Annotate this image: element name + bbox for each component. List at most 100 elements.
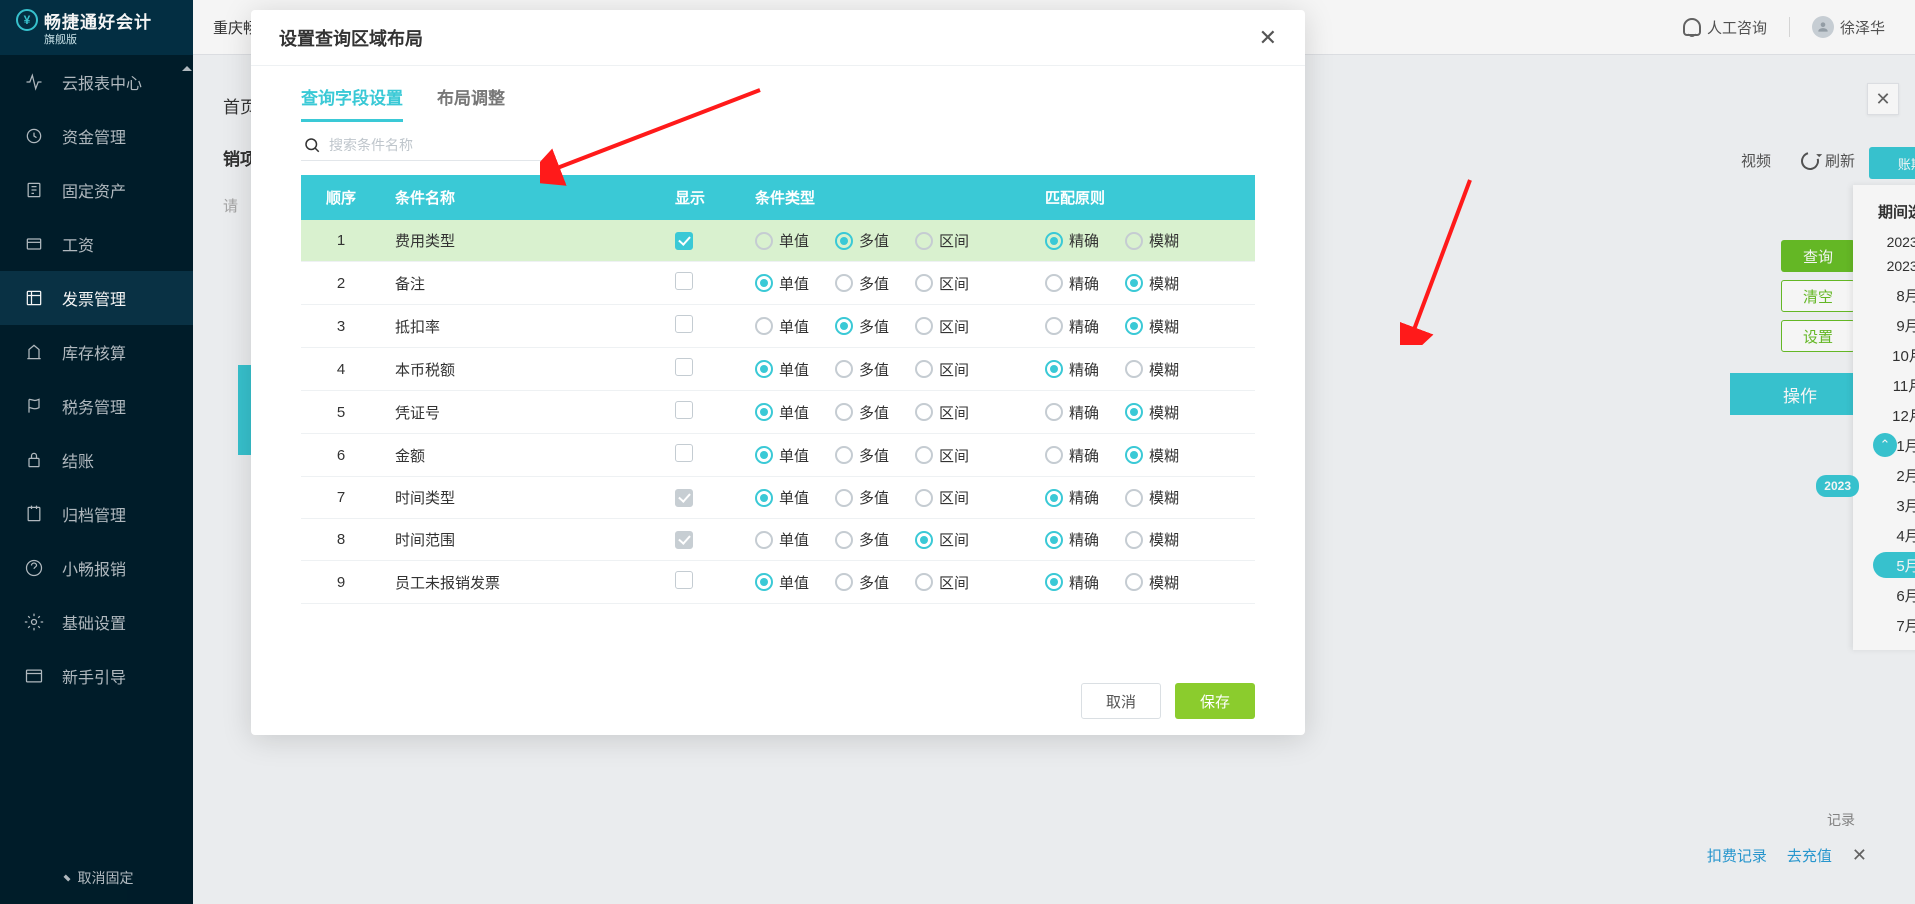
show-checkbox[interactable]	[675, 232, 693, 250]
radio-dot	[1125, 403, 1143, 421]
col-type: 条件类型	[741, 175, 1031, 220]
radio-label: 单值	[779, 273, 809, 294]
cancel-button[interactable]: 取消	[1081, 683, 1161, 719]
radio-exact[interactable]: 精确	[1045, 402, 1099, 423]
radio-single[interactable]: 单值	[755, 273, 809, 294]
radio-label: 单值	[779, 402, 809, 423]
cell-order: 7	[301, 477, 381, 519]
radio-fuzzy[interactable]: 模糊	[1125, 529, 1179, 550]
cell-name: 时间范围	[381, 519, 661, 561]
radio-dot	[755, 489, 773, 507]
radio-single[interactable]: 单值	[755, 359, 809, 380]
radio-range[interactable]: 区间	[915, 487, 969, 508]
tab-query-fields[interactable]: 查询字段设置	[301, 78, 403, 122]
radio-label: 多值	[859, 445, 889, 466]
show-checkbox[interactable]	[675, 315, 693, 333]
radio-exact[interactable]: 精确	[1045, 359, 1099, 380]
radio-dot	[915, 573, 933, 591]
radio-dot	[915, 232, 933, 250]
radio-exact[interactable]: 精确	[1045, 316, 1099, 337]
search-input[interactable]	[329, 137, 549, 153]
radio-dot	[835, 531, 853, 549]
radio-exact[interactable]: 精确	[1045, 273, 1099, 294]
radio-fuzzy[interactable]: 模糊	[1125, 402, 1179, 423]
radio-range[interactable]: 区间	[915, 359, 969, 380]
query-layout-modal: 设置查询区域布局 ✕ 查询字段设置 布局调整 顺序 条件名称 显示 条件类型 匹…	[251, 10, 1305, 735]
table-row: 5凭证号单值多值区间精确模糊	[301, 391, 1255, 434]
radio-multi[interactable]: 多值	[835, 402, 889, 423]
table-row: 3抵扣率单值多值区间精确模糊	[301, 305, 1255, 348]
radio-exact[interactable]: 精确	[1045, 572, 1099, 593]
radio-label: 区间	[939, 359, 969, 380]
radio-multi[interactable]: 多值	[835, 487, 889, 508]
radio-single[interactable]: 单值	[755, 529, 809, 550]
radio-fuzzy[interactable]: 模糊	[1125, 572, 1179, 593]
radio-label: 单值	[779, 487, 809, 508]
table-row: 6金额单值多值区间精确模糊	[301, 434, 1255, 477]
cell-type: 单值 多值 区间	[741, 220, 1031, 262]
radio-range[interactable]: 区间	[915, 402, 969, 423]
cell-type: 单值 多值 区间	[741, 262, 1031, 305]
radio-fuzzy[interactable]: 模糊	[1125, 230, 1179, 251]
radio-label: 模糊	[1149, 359, 1179, 380]
radio-dot	[1045, 573, 1063, 591]
type-radios: 单值 多值 区间	[755, 316, 1017, 337]
radio-multi[interactable]: 多值	[835, 316, 889, 337]
radio-fuzzy[interactable]: 模糊	[1125, 273, 1179, 294]
radio-multi[interactable]: 多值	[835, 230, 889, 251]
show-checkbox[interactable]	[675, 444, 693, 462]
radio-single[interactable]: 单值	[755, 316, 809, 337]
modal-close-icon[interactable]: ✕	[1259, 25, 1277, 51]
show-checkbox[interactable]	[675, 401, 693, 419]
radio-dot	[1125, 360, 1143, 378]
radio-label: 精确	[1069, 402, 1099, 423]
radio-label: 精确	[1069, 230, 1099, 251]
cell-order: 3	[301, 305, 381, 348]
radio-exact[interactable]: 精确	[1045, 529, 1099, 550]
radio-fuzzy[interactable]: 模糊	[1125, 487, 1179, 508]
radio-label: 模糊	[1149, 230, 1179, 251]
radio-dot	[835, 360, 853, 378]
radio-range[interactable]: 区间	[915, 445, 969, 466]
radio-multi[interactable]: 多值	[835, 529, 889, 550]
radio-range[interactable]: 区间	[915, 572, 969, 593]
radio-label: 区间	[939, 487, 969, 508]
radio-single[interactable]: 单值	[755, 445, 809, 466]
radio-fuzzy[interactable]: 模糊	[1125, 316, 1179, 337]
table-row: 8时间范围单值多值区间精确模糊	[301, 519, 1255, 561]
radio-single[interactable]: 单值	[755, 572, 809, 593]
radio-range[interactable]: 区间	[915, 230, 969, 251]
radio-fuzzy[interactable]: 模糊	[1125, 445, 1179, 466]
radio-exact[interactable]: 精确	[1045, 487, 1099, 508]
type-radios: 单值 多值 区间	[755, 487, 1017, 508]
radio-single[interactable]: 单值	[755, 402, 809, 423]
show-checkbox[interactable]	[675, 571, 693, 589]
show-checkbox[interactable]	[675, 272, 693, 290]
search-box[interactable]	[301, 130, 551, 161]
radio-multi[interactable]: 多值	[835, 445, 889, 466]
radio-exact[interactable]: 精确	[1045, 230, 1099, 251]
radio-exact[interactable]: 精确	[1045, 445, 1099, 466]
radio-dot	[755, 573, 773, 591]
radio-single[interactable]: 单值	[755, 230, 809, 251]
radio-dot	[1125, 446, 1143, 464]
cell-rule: 精确 模糊	[1031, 561, 1255, 604]
radio-multi[interactable]: 多值	[835, 273, 889, 294]
type-radios: 单值 多值 区间	[755, 402, 1017, 423]
cell-rule: 精确 模糊	[1031, 305, 1255, 348]
radio-fuzzy[interactable]: 模糊	[1125, 359, 1179, 380]
cell-show	[661, 519, 741, 561]
radio-multi[interactable]: 多值	[835, 572, 889, 593]
save-button[interactable]: 保存	[1175, 683, 1255, 719]
radio-single[interactable]: 单值	[755, 487, 809, 508]
radio-range[interactable]: 区间	[915, 316, 969, 337]
cell-rule: 精确 模糊	[1031, 391, 1255, 434]
radio-multi[interactable]: 多值	[835, 359, 889, 380]
col-name: 条件名称	[381, 175, 661, 220]
rule-radios: 精确 模糊	[1045, 445, 1241, 466]
radio-range[interactable]: 区间	[915, 529, 969, 550]
radio-range[interactable]: 区间	[915, 273, 969, 294]
tab-layout-adjust[interactable]: 布局调整	[437, 78, 505, 122]
show-checkbox[interactable]	[675, 358, 693, 376]
type-radios: 单值 多值 区间	[755, 273, 1017, 294]
